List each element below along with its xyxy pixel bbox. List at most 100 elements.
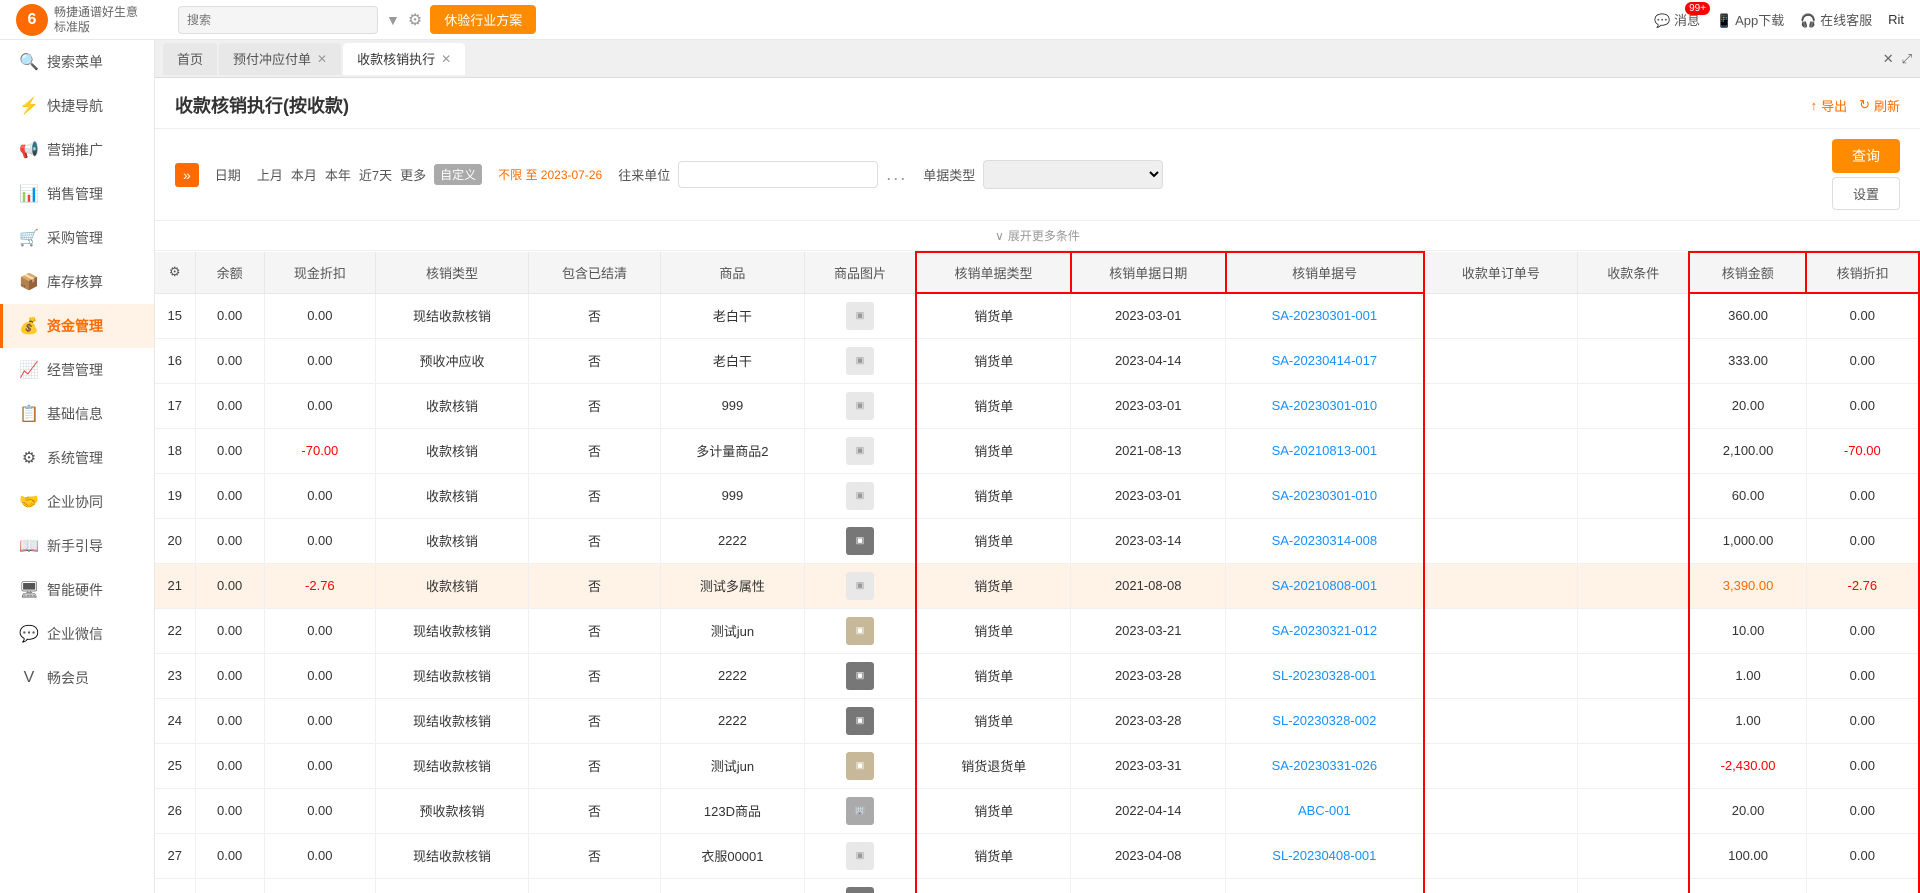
- industry-solution-button[interactable]: 休验行业方案: [430, 5, 536, 34]
- bill-no-link[interactable]: SL-20230408-001: [1272, 848, 1376, 863]
- bill-no-link[interactable]: SA-20230314-008: [1272, 533, 1378, 548]
- sidebar-item-企业协同[interactable]: 🤝 企业协同: [0, 480, 154, 524]
- tab-home[interactable]: 首页: [163, 43, 217, 75]
- sidebar-item-基础信息[interactable]: 📋 基础信息: [0, 392, 154, 436]
- logo-text: 畅捷通谱好生意 标准版: [54, 5, 138, 34]
- bill-no-link[interactable]: SL-20230328-002: [1272, 713, 1376, 728]
- sidebar-icon: 🛒: [19, 228, 39, 248]
- tab-expand-icon[interactable]: ⤢: [1902, 51, 1912, 67]
- tab-writeoff[interactable]: 收款核销执行 ✕: [343, 43, 465, 75]
- expand-more-button[interactable]: ∨ 展开更多条件: [995, 227, 1080, 244]
- gear-icon[interactable]: ⚙: [408, 10, 422, 30]
- sidebar-icon: V: [19, 669, 39, 687]
- bill-no-link[interactable]: SA-20210813-001: [1272, 443, 1378, 458]
- sidebar-icon: 💰: [19, 316, 39, 336]
- col-writeoff-type: 核销类型: [375, 252, 528, 293]
- bill-no-link[interactable]: SA-20230414-017: [1272, 353, 1378, 368]
- tab-prepay[interactable]: 预付冲应付单 ✕: [219, 43, 341, 75]
- sidebar-item-label: 基础信息: [47, 404, 103, 424]
- online-service-button[interactable]: 🎧 在线客服: [1800, 10, 1872, 29]
- col-writeoff-bill-type: 核销单据类型: [916, 252, 1071, 293]
- table-row: 150.000.00现结收款核销否老白干▣销货单2023-03-01SA-202…: [155, 293, 1919, 338]
- message-badge: 99+: [1685, 2, 1710, 15]
- user-label[interactable]: Rit: [1888, 12, 1904, 27]
- bill-no-link[interactable]: SA-20230301-001: [1272, 308, 1378, 323]
- col-balance: 余额: [195, 252, 264, 293]
- bill-no-link[interactable]: SA-20230321-012: [1272, 623, 1378, 638]
- sidebar-item-label: 新手引导: [47, 536, 103, 556]
- date-last-month[interactable]: 上月: [257, 165, 283, 184]
- query-button[interactable]: 查询: [1832, 139, 1900, 173]
- sidebar-icon: 🔍: [19, 52, 39, 72]
- top-bar-right: 💬 消息 99+ 📱 App下载 🎧 在线客服 Rit: [1654, 10, 1904, 29]
- sidebar-item-快捷导航[interactable]: ⚡快捷导航: [0, 84, 154, 128]
- date-filter-label: 日期: [215, 165, 241, 184]
- search-input[interactable]: [178, 6, 378, 34]
- sidebar-icon: 📖: [19, 536, 39, 556]
- table-row: 270.000.00现结收款核销否衣服00001▣销货单2023-04-08SL…: [155, 833, 1919, 878]
- sidebar-icon: 📋: [19, 404, 39, 424]
- sidebar-item-库存核算[interactable]: 📦库存核算: [0, 260, 154, 304]
- sidebar-item-畅会员[interactable]: V畅会员: [0, 656, 154, 700]
- bill-no-link[interactable]: SA-20230301-010: [1272, 398, 1378, 413]
- table-header-row: ⚙ 余额 现金折扣 核销类型 包含已结清 商品 商品图片 核销单据类型 核销单据…: [155, 252, 1919, 293]
- tab-prepay-close[interactable]: ✕: [317, 52, 327, 66]
- single-type-select[interactable]: [983, 160, 1163, 189]
- date-custom[interactable]: 自定义: [434, 164, 482, 185]
- sidebar-icon: ⚡: [19, 96, 39, 116]
- sidebar-item-智能硬件[interactable]: 🖥智能硬件: [0, 568, 154, 612]
- tab-writeoff-close[interactable]: ✕: [441, 52, 451, 66]
- chevron-down-icon: ∨: [995, 229, 1004, 243]
- sidebar-item-销售管理[interactable]: 📊销售管理: [0, 172, 154, 216]
- tab-bar: 首页 预付冲应付单 ✕ 收款核销执行 ✕ ✕ ⤢: [155, 40, 1920, 78]
- sidebar-icon: 🖥: [19, 580, 39, 600]
- bill-no-link[interactable]: SA-20230301-010: [1272, 488, 1378, 503]
- filter-expand-button[interactable]: »: [175, 163, 199, 187]
- col-settings[interactable]: ⚙: [155, 252, 195, 293]
- sidebar-item-label: 库存核算: [47, 272, 103, 292]
- app-download-button[interactable]: 📱 App下载: [1716, 10, 1784, 29]
- from-unit-dots[interactable]: ...: [886, 164, 907, 185]
- tab-writeoff-label: 收款核销执行: [357, 49, 435, 68]
- from-unit-input[interactable]: [678, 161, 878, 188]
- export-button[interactable]: ↑ 导出: [1811, 96, 1848, 115]
- date-this-year[interactable]: 本年: [325, 165, 351, 184]
- sidebar-item-label: 经营管理: [47, 360, 103, 380]
- date-last-7days[interactable]: 近7天: [359, 165, 392, 184]
- expand-more-bar: ∨ 展开更多条件: [155, 221, 1920, 251]
- export-icon: ↑: [1811, 98, 1818, 113]
- table-row: 280.000.00现结收款核销否2222▣销货单2023-04-18SL-20…: [155, 878, 1919, 893]
- sidebar-item-label: 搜索菜单: [47, 52, 103, 72]
- sidebar-item-采购管理[interactable]: 🛒 采购管理: [0, 216, 154, 260]
- sidebar-item-label: 企业协同: [47, 492, 103, 512]
- bill-no-link[interactable]: SA-20210808-001: [1272, 578, 1378, 593]
- sidebar-item-搜索菜单[interactable]: 🔍 搜索菜单: [0, 40, 154, 84]
- col-writeoff-discount: 核销折扣: [1806, 252, 1919, 293]
- sidebar-item-label: 采购管理: [47, 228, 103, 248]
- table-row: 190.000.00收款核销否999▣销货单2023-03-01SA-20230…: [155, 473, 1919, 518]
- date-more[interactable]: 更多: [400, 165, 426, 184]
- sidebar-item-营销推广[interactable]: 📢营销推广: [0, 128, 154, 172]
- sidebar-item-系统管理[interactable]: ⚙系统管理: [0, 436, 154, 480]
- settings-button[interactable]: 设置: [1832, 177, 1900, 210]
- col-goods-img: 商品图片: [804, 252, 916, 293]
- table-row: 250.000.00现结收款核销否测试jun▣销货退货单2023-03-31SA…: [155, 743, 1919, 788]
- bill-no-link[interactable]: SA-20230331-026: [1272, 758, 1378, 773]
- sidebar-item-资金管理[interactable]: 💰资金管理: [0, 304, 154, 348]
- col-cash-discount: 现金折扣: [264, 252, 375, 293]
- tab-home-label: 首页: [177, 49, 203, 68]
- page-header: 收款核销执行(按收款) ↑ 导出 ↻ 刷新: [155, 78, 1920, 129]
- sidebar-icon: 🤝: [19, 492, 39, 512]
- message-button[interactable]: 💬 消息 99+: [1654, 10, 1700, 29]
- sidebar-item-新手引导[interactable]: 📖 新手引导: [0, 524, 154, 568]
- sidebar-icon: ⚙: [19, 448, 39, 468]
- bill-no-link[interactable]: ABC-001: [1298, 803, 1351, 818]
- tab-bar-actions: ✕ ⤢: [1883, 51, 1912, 67]
- bill-no-link[interactable]: SL-20230328-001: [1272, 668, 1376, 683]
- refresh-button[interactable]: ↻ 刷新: [1859, 96, 1900, 115]
- sidebar-item-经营管理[interactable]: 📈经营管理: [0, 348, 154, 392]
- tab-close-all-icon[interactable]: ✕: [1883, 51, 1894, 67]
- sidebar-item-企业微信[interactable]: 💬企业微信: [0, 612, 154, 656]
- chevron-down-icon: ▼: [386, 12, 400, 28]
- date-this-month[interactable]: 本月: [291, 165, 317, 184]
